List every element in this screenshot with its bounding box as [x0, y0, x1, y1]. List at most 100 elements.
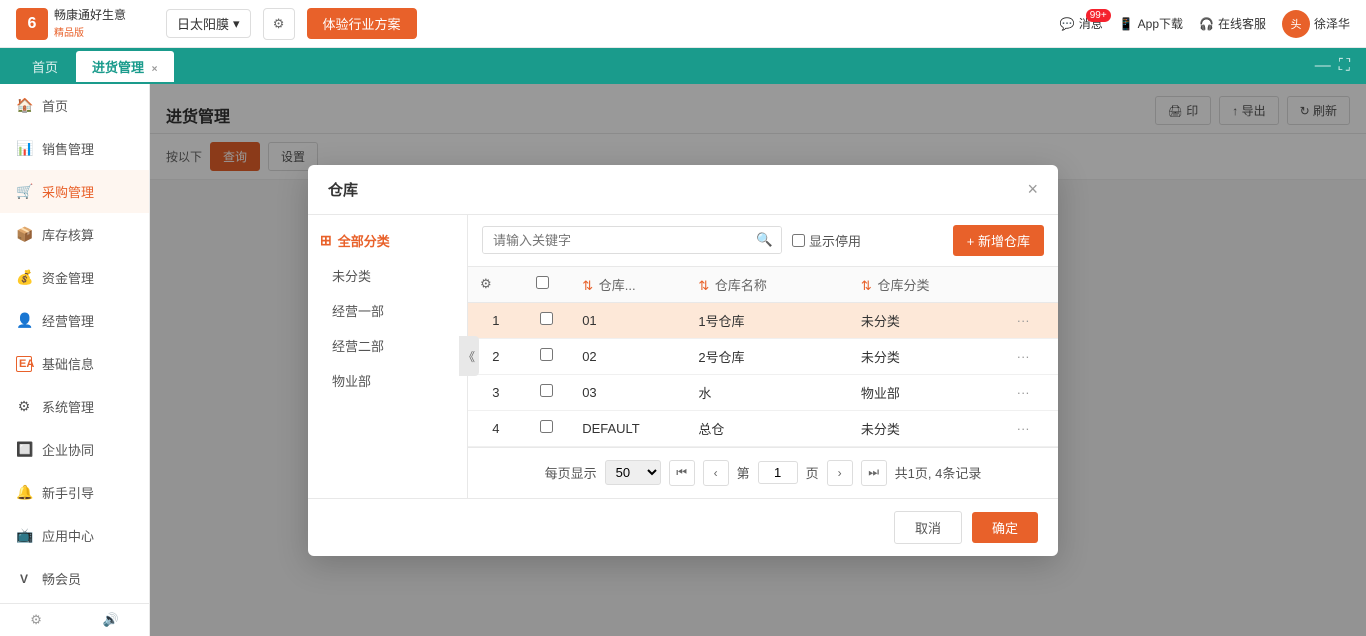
per-page-select[interactable]: 50 100 200 [605, 460, 661, 485]
tab-purchase-label: 进货管理 [92, 60, 144, 75]
sidebar-item-sales[interactable]: 📊 销售管理 [0, 127, 149, 170]
sidebar-label-guide: 新手引导 [42, 483, 94, 502]
sidebar-item-enterprise[interactable]: 🔲 企业协同 [0, 428, 149, 471]
table-row[interactable]: 3 03 水 物业部 ··· [468, 374, 1058, 410]
branch-selector[interactable]: 日太阳膜 ▾ [166, 9, 251, 38]
messages-button[interactable]: 💬 消息 99+ [1060, 15, 1103, 32]
sidebar-label-home: 首页 [42, 96, 68, 115]
cell-check[interactable] [524, 374, 570, 410]
page-prev-button[interactable]: ‹ [703, 460, 729, 486]
tab-purchase[interactable]: 进货管理 × [76, 51, 173, 82]
modal-overlay: 仓库 × ⊞ 全部分类 未分类 经营一部 经营二部 物业部 [150, 84, 1366, 636]
row-checkbox[interactable] [540, 384, 553, 397]
user-menu[interactable]: 头 徐泽华 [1282, 10, 1350, 38]
header-center: 日太阳膜 ▾ ⚙ 体验行业方案 [166, 8, 1060, 40]
category-item-dept1[interactable]: 经营一部 [308, 293, 467, 328]
modal-close-button[interactable]: × [1027, 179, 1038, 200]
search-input[interactable] [483, 228, 748, 253]
cell-check[interactable] [524, 302, 570, 338]
app-download-button[interactable]: 📱 App下载 [1119, 15, 1183, 32]
sidebar-settings-icon[interactable]: ⚙ [30, 612, 42, 628]
row-checkbox[interactable] [540, 420, 553, 433]
chevron-down-icon: ▾ [233, 16, 240, 32]
customer-service-button[interactable]: 🎧 在线客服 [1199, 15, 1266, 32]
row-checkbox[interactable] [540, 312, 553, 325]
top-header: 6 畅康通好生意 精品版 日太阳膜 ▾ ⚙ 体验行业方案 💬 消息 99+ 📱 … [0, 0, 1366, 48]
table-row[interactable]: 2 02 2号仓库 未分类 ··· [468, 338, 1058, 374]
page-next-button[interactable]: › [827, 460, 853, 486]
table-row[interactable]: 1 01 1号仓库 未分类 ··· [468, 302, 1058, 338]
user-name: 徐泽华 [1314, 15, 1350, 32]
sidebar-item-member[interactable]: V 畅会员 [0, 557, 149, 600]
col-header-check [524, 267, 570, 303]
row-checkbox[interactable] [540, 348, 553, 361]
cell-ops[interactable]: ··· [988, 374, 1058, 410]
sidebar-item-purchase[interactable]: 🛒 采购管理 [0, 170, 149, 213]
warehouse-table: ⚙ ⇅ 仓库... [468, 267, 1058, 447]
category-header[interactable]: ⊞ 全部分类 [308, 223, 467, 258]
table-row[interactable]: 4 DEFAULT 总仓 未分类 ··· [468, 410, 1058, 446]
service-label: 在线客服 [1218, 15, 1266, 32]
select-all-checkbox[interactable] [536, 276, 549, 289]
category-item-dept2[interactable]: 经营二部 [308, 328, 467, 363]
cancel-button[interactable]: 取消 [894, 511, 962, 544]
sidebar-sound-icon[interactable]: 🔊 [103, 612, 119, 628]
col-code-label: 仓库... [599, 278, 636, 293]
messages-badge: 99+ [1086, 9, 1111, 22]
sidebar-item-guide[interactable]: 🔔 新手引导 [0, 471, 149, 514]
finance-icon: 💰 [16, 269, 32, 286]
sidebar-item-inventory[interactable]: 📦 库存核算 [0, 213, 149, 256]
page-suffix: 页 [806, 463, 819, 482]
logo-sub: 精品版 [54, 24, 126, 39]
cell-name: 水 [686, 374, 849, 410]
nav-right-controls: — ⛶ [1315, 57, 1350, 75]
cell-ops[interactable]: ··· [988, 410, 1058, 446]
cell-name: 1号仓库 [686, 302, 849, 338]
modal-body: ⊞ 全部分类 未分类 经营一部 经营二部 物业部 《 [308, 215, 1058, 498]
member-icon: V [16, 572, 32, 586]
trial-button[interactable]: 体验行业方案 [307, 8, 417, 39]
sidebar-item-operations[interactable]: 👤 经营管理 [0, 299, 149, 342]
table-area: 🔍 显示停用 + 新增仓库 [468, 215, 1058, 498]
tab-close-icon[interactable]: × [152, 64, 158, 75]
sidebar-item-basic-info[interactable]: EA 基础信息 [0, 342, 149, 385]
show-disabled-checkbox[interactable] [792, 234, 805, 247]
tab-home[interactable]: 首页 [16, 51, 74, 82]
sidebar-item-apps[interactable]: 📺 应用中心 [0, 514, 149, 557]
cell-name: 2号仓库 [686, 338, 849, 374]
show-disabled-label-text: 显示停用 [809, 231, 861, 250]
category-sidebar: ⊞ 全部分类 未分类 经营一部 经营二部 物业部 《 [308, 215, 468, 498]
sidebar-item-system[interactable]: ⚙ 系统管理 [0, 385, 149, 428]
cell-check[interactable] [524, 338, 570, 374]
category-item-property[interactable]: 物业部 [308, 363, 467, 398]
sidebar: 🏠 首页 📊 销售管理 🛒 采购管理 📦 库存核算 💰 资金管理 👤 经营管理 … [0, 84, 150, 636]
page-number-input[interactable] [758, 461, 798, 484]
sidebar-item-finance[interactable]: 💰 资金管理 [0, 256, 149, 299]
confirm-button[interactable]: 确定 [972, 512, 1038, 543]
sidebar-label-sales: 销售管理 [42, 139, 94, 158]
sidebar-item-home[interactable]: 🏠 首页 [0, 84, 149, 127]
home-icon: 🏠 [16, 97, 32, 114]
cell-ops[interactable]: ··· [988, 338, 1058, 374]
guide-icon: 🔔 [16, 484, 32, 501]
cell-ops[interactable]: ··· [988, 302, 1058, 338]
page-last-button[interactable]: ⏭ [861, 460, 887, 486]
page-first-button[interactable]: ⏮ [669, 460, 695, 486]
nav-minimize-icon[interactable]: — [1315, 57, 1331, 75]
sort-icon-code: ⇅ [582, 278, 593, 293]
cell-check[interactable] [524, 410, 570, 446]
system-icon: ⚙ [16, 398, 32, 415]
headset-icon: 🎧 [1199, 17, 1214, 31]
sidebar-label-inventory: 库存核算 [42, 225, 94, 244]
add-warehouse-button[interactable]: + 新增仓库 [953, 225, 1044, 256]
table-toolbar: 🔍 显示停用 + 新增仓库 [468, 215, 1058, 267]
sidebar-label-member: 畅会员 [42, 569, 81, 588]
show-disabled-checkbox-label[interactable]: 显示停用 [792, 231, 861, 250]
nav-expand-icon[interactable]: ⛶ [1339, 57, 1350, 75]
category-item-unclassified[interactable]: 未分类 [308, 258, 467, 293]
category-collapse-button[interactable]: 《 [459, 336, 479, 376]
app-label: App下载 [1138, 15, 1183, 32]
search-button[interactable]: 🔍 [748, 227, 781, 253]
settings-button[interactable]: ⚙ [263, 8, 295, 40]
header-right: 💬 消息 99+ 📱 App下载 🎧 在线客服 头 徐泽华 [1060, 10, 1350, 38]
